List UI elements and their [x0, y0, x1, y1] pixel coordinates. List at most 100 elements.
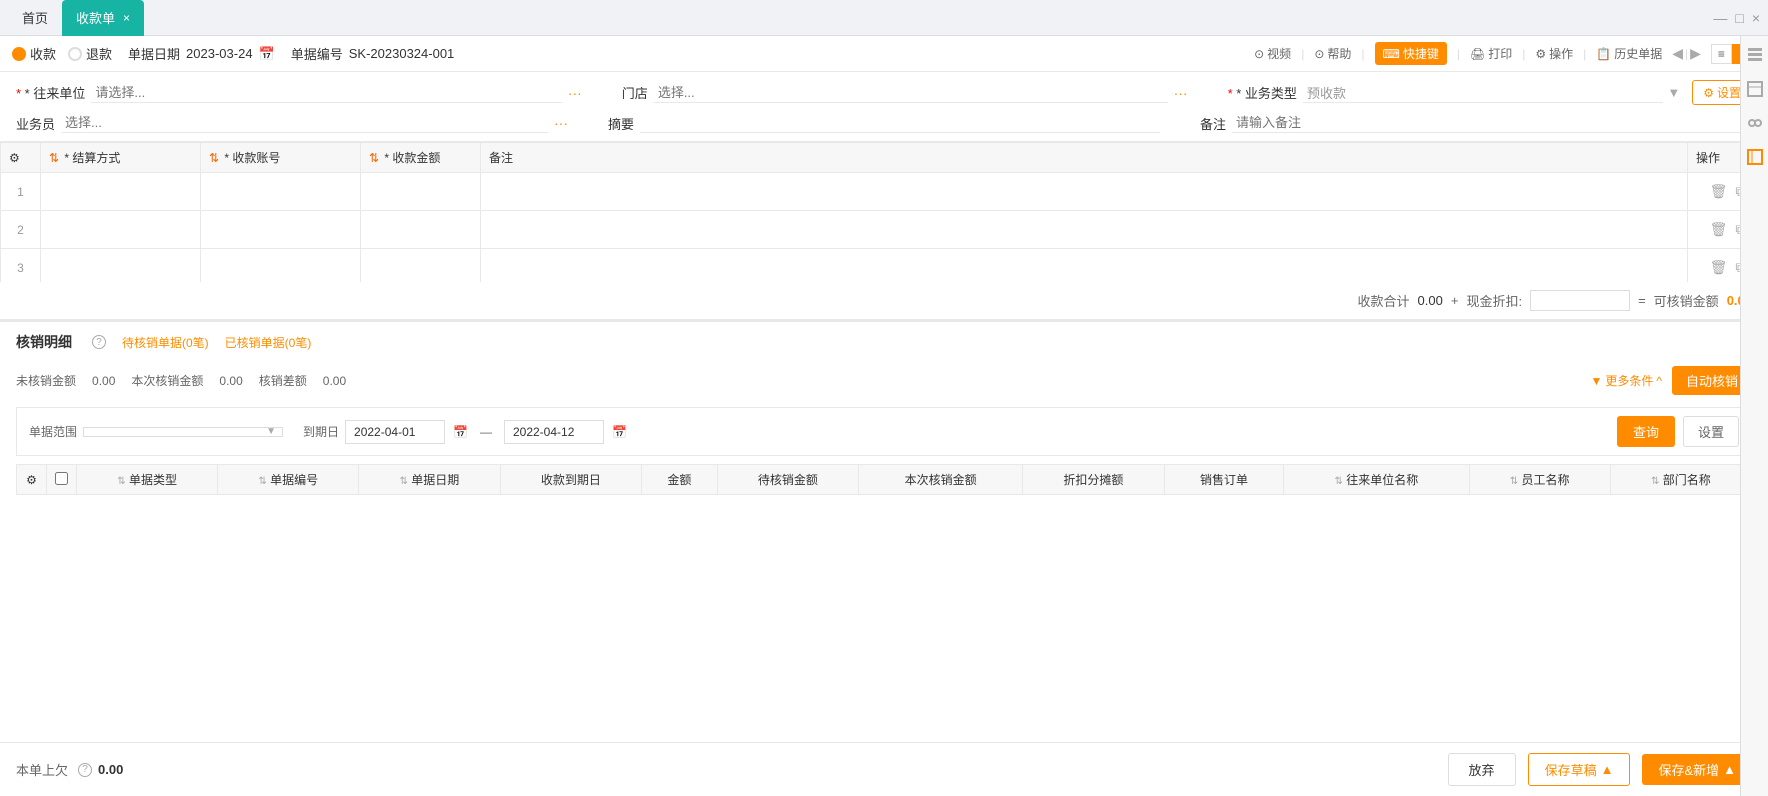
receipt-radio[interactable]: 收款 [12, 44, 56, 63]
counterpart-more-icon[interactable]: ··· [568, 85, 582, 101]
business-type-input[interactable] [1303, 83, 1663, 103]
writeoff-table-container[interactable]: ⚙ ⇅ 单据类型 ⇅ 单据编号 [16, 464, 1752, 742]
print-btn[interactable]: 🖨 打印 [1470, 45, 1512, 62]
counterpart-input[interactable] [91, 83, 561, 103]
tab-close-icon[interactable]: × [123, 11, 130, 25]
more-conditions-btn[interactable]: ▼ 更多条件 ^ [1590, 372, 1662, 389]
form-row-2: 业务员 ··· 摘要 备注 [16, 113, 1752, 133]
range-select[interactable]: ▼ [83, 427, 283, 437]
help-btn[interactable]: ⊙ 帮助 [1314, 45, 1351, 62]
shortcut-btn[interactable]: ⌨ 快捷键 [1375, 42, 1447, 65]
panel-btn-1[interactable] [1744, 44, 1766, 66]
maximize-btn[interactable]: □ [1735, 10, 1743, 26]
col-date-header: ⇅ 单据日期 [359, 465, 500, 495]
panel-btn-3[interactable] [1744, 112, 1766, 134]
row-2-delete-icon[interactable]: 🗑 [1710, 221, 1728, 238]
sep2: | [1361, 47, 1364, 61]
next-arrow[interactable]: ▶ [1690, 45, 1701, 62]
table-row: 1 🗑 ⧉ [1, 173, 1768, 211]
right-panel [1740, 36, 1768, 796]
row-1-note[interactable] [481, 173, 1688, 211]
discount-input[interactable] [1530, 290, 1630, 311]
col-type-header: ⇅ 单据类型 [77, 465, 218, 495]
row-3-delete-icon[interactable]: 🗑 [1710, 259, 1728, 276]
diff-label: 核销差额 [259, 372, 307, 389]
due-from-input[interactable] [345, 420, 445, 444]
diff-value: 0.00 [323, 374, 346, 388]
col-counterpart-header: ⇅ 往来单位名称 [1284, 465, 1469, 495]
salesperson-input[interactable] [61, 113, 548, 133]
select-all-checkbox[interactable] [55, 472, 68, 485]
panel-icon-1 [1747, 47, 1763, 63]
row-1-delete-icon[interactable]: 🗑 [1710, 183, 1728, 200]
save-draft-chevron-icon: ▲ [1601, 762, 1614, 777]
row-3-method[interactable] [41, 249, 201, 283]
refund-radio[interactable]: 退款 [68, 44, 112, 63]
panel-btn-2[interactable] [1744, 78, 1766, 100]
sep3: | [1457, 47, 1460, 61]
tab-receipt[interactable]: 收款单 × [62, 0, 144, 36]
department-sort-icon: ⇅ [1651, 476, 1659, 487]
help-icon: ⊙ [1314, 47, 1324, 61]
operation-btn[interactable]: ⚙ 操作 [1535, 45, 1573, 62]
table-container[interactable]: ⚙ ⇅ * 结算方式 ⇅ * 收款账号 ⇅ * 收款金额 [0, 142, 1768, 282]
row-1-amount[interactable] [361, 173, 481, 211]
table-header-row: ⚙ ⇅ * 结算方式 ⇅ * 收款账号 ⇅ * 收款金额 [1, 143, 1768, 173]
filter-settings-btn[interactable]: 设置 [1683, 416, 1739, 447]
range-label: 单据范围 [29, 423, 77, 440]
prev-info-icon[interactable]: ? [78, 763, 92, 777]
row-2-method[interactable] [41, 211, 201, 249]
row-2-account[interactable] [201, 211, 361, 249]
save-new-btn[interactable]: 保存&新增 ▲ [1642, 754, 1752, 785]
sep1: | [1301, 47, 1304, 61]
cal-to-icon[interactable]: 📅 [612, 425, 627, 439]
pending-tab-link[interactable]: 待核销单据(0笔) [122, 334, 209, 351]
row-3-amount[interactable] [361, 249, 481, 283]
writeoff-info-icon[interactable]: ? [92, 335, 106, 349]
row-3-num: 3 [1, 249, 41, 283]
summary-bar: 收款合计 0.00 + 现金折扣: = 可核销金额 0.00 [0, 282, 1768, 320]
panel-icon-4 [1747, 149, 1763, 165]
minimize-btn[interactable]: — [1713, 10, 1727, 26]
summary-field: 摘要 [608, 113, 1160, 133]
total-label: 收款合计 [1358, 291, 1410, 310]
salesperson-more-icon[interactable]: ··· [554, 115, 568, 131]
calendar-icon[interactable]: 📅 [259, 46, 275, 62]
remark-input[interactable] [1232, 113, 1752, 133]
writeoff-header: 核销明细 ? 待核销单据(0笔) 已核销单据(0笔) [16, 332, 1752, 352]
save-new-chevron-icon: ▲ [1723, 762, 1736, 777]
col-settings-header[interactable]: ⚙ [1, 143, 41, 173]
writeoff-section: 核销明细 ? 待核销单据(0笔) 已核销单据(0笔) 未核销金额 0.00 本次… [0, 322, 1768, 742]
number-sort-icon: ⇅ [258, 476, 266, 487]
row-2-amount[interactable] [361, 211, 481, 249]
filter-buttons: 查询 设置 [1617, 416, 1739, 447]
row-2-note[interactable] [481, 211, 1688, 249]
panel-btn-4[interactable] [1744, 146, 1766, 168]
tab-home[interactable]: 首页 [8, 0, 62, 36]
settings-col-icon[interactable]: ⚙ [26, 473, 37, 487]
row-1-method[interactable] [41, 173, 201, 211]
row-1-num: 1 [1, 173, 41, 211]
history-btn[interactable]: 📋 历史单据 [1596, 45, 1662, 62]
receipt-refund-toggle: 收款 退款 [12, 44, 112, 63]
due-to-input[interactable] [504, 420, 604, 444]
prev-arrow[interactable]: ◀ [1672, 45, 1683, 62]
query-btn[interactable]: 查询 [1617, 416, 1675, 447]
store-more-icon[interactable]: ··· [1174, 85, 1188, 101]
row-3-note[interactable] [481, 249, 1688, 283]
range-chevron-icon: ▼ [266, 426, 276, 437]
store-input[interactable] [654, 83, 1168, 103]
row-1-account[interactable] [201, 173, 361, 211]
filter-icon: ▼ [1590, 374, 1602, 388]
summary-input[interactable] [640, 113, 1160, 133]
list-view-btn[interactable]: ≡ [1711, 44, 1732, 64]
video-btn[interactable]: ⊙ 视频 [1254, 45, 1291, 62]
save-draft-btn[interactable]: 保存草稿 ▲ [1528, 753, 1631, 786]
col-number-header: ⇅ 单据编号 [218, 465, 359, 495]
discard-btn[interactable]: 放弃 [1448, 753, 1516, 786]
done-tab-link[interactable]: 已核销单据(0笔) [225, 334, 312, 351]
close-btn[interactable]: × [1752, 10, 1760, 26]
row-3-account[interactable] [201, 249, 361, 283]
business-type-chevron[interactable]: ▼ [1667, 85, 1680, 100]
cal-from-icon[interactable]: 📅 [453, 425, 468, 439]
